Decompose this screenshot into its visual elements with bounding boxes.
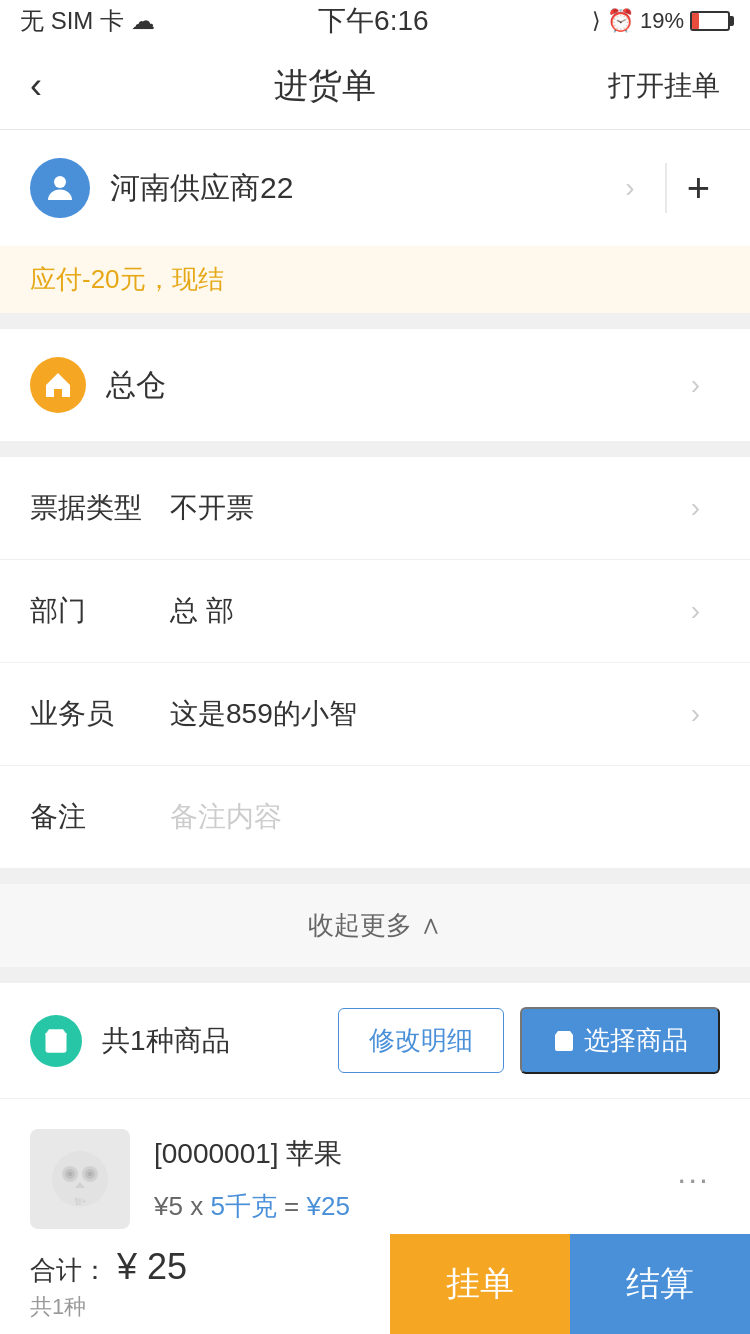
person-icon xyxy=(42,170,78,206)
checkout-button[interactable]: 结算 xyxy=(570,1234,750,1334)
form-section: 票据类型 不开票 › 部门 总 部 › 业务员 这是859的小智 › 备注 备注… xyxy=(0,457,750,868)
status-left: 无 SIM 卡 ☁ xyxy=(20,5,155,37)
total-value: ¥ 25 xyxy=(117,1246,187,1287)
battery-text: 19% xyxy=(640,8,684,34)
product-price: ¥5 x 5千克 = ¥25 xyxy=(154,1189,667,1224)
product-thumbnail: 智+ xyxy=(30,1129,130,1229)
total-section: 合计： ¥ 25 共1种 xyxy=(0,1246,390,1322)
warehouse-chevron-icon: › xyxy=(691,369,700,401)
products-section: 共1种商品 修改明细 选择商品 xyxy=(0,983,750,1257)
supplier-section: 河南供应商22 › + 应付-20元，现结 xyxy=(0,130,750,313)
battery-icon xyxy=(690,11,730,31)
sim-text: 无 SIM 卡 ☁ xyxy=(20,5,155,37)
total-label: 合计： xyxy=(30,1255,108,1285)
equals-sign: = xyxy=(284,1191,306,1221)
department-label: 部门 xyxy=(30,592,150,630)
select-product-label: 选择商品 xyxy=(584,1023,688,1058)
shopping-bag-icon xyxy=(42,1027,70,1055)
product-code: [0000001] xyxy=(154,1138,279,1169)
svg-point-0 xyxy=(54,176,66,188)
supplier-avatar xyxy=(30,158,90,218)
back-button[interactable]: ‹ xyxy=(30,65,42,107)
invoice-label: 票据类型 xyxy=(30,489,150,527)
status-time: 下午6:16 xyxy=(318,2,429,40)
product-image: 智+ xyxy=(45,1144,115,1214)
invoice-chevron-icon: › xyxy=(691,492,700,524)
more-options-button[interactable]: ··· xyxy=(667,1151,720,1208)
supplier-chevron-icon: › xyxy=(625,172,634,204)
alarm-icon: ⏰ xyxy=(607,8,634,34)
open-hang-button[interactable]: 打开挂单 xyxy=(608,67,720,105)
modify-detail-button[interactable]: 修改明细 xyxy=(338,1008,504,1073)
product-count-text: 共1种商品 xyxy=(102,1022,338,1060)
hang-button[interactable]: 挂单 xyxy=(390,1234,570,1334)
invoice-row[interactable]: 票据类型 不开票 › xyxy=(0,457,750,560)
unit-price: ¥5 xyxy=(154,1191,183,1221)
product-count-icon xyxy=(30,1015,82,1067)
page-title: 进货单 xyxy=(274,63,376,109)
invoice-value: 不开票 xyxy=(150,489,691,527)
home-icon xyxy=(42,369,74,401)
product-info: [0000001] 苹果 ¥5 x 5千克 = ¥25 xyxy=(154,1135,667,1224)
remark-row[interactable]: 备注 备注内容 xyxy=(0,766,750,868)
warehouse-icon xyxy=(30,357,86,413)
collapse-bar[interactable]: 收起更多 ∧ xyxy=(0,884,750,967)
department-value: 总 部 xyxy=(150,592,691,630)
supplier-name: 河南供应商22 xyxy=(110,168,625,209)
status-bar: 无 SIM 卡 ☁ 下午6:16 ⟩ ⏰ 19% xyxy=(0,0,750,42)
warehouse-name: 总仓 xyxy=(106,365,691,406)
divider xyxy=(665,163,667,213)
remark-label: 备注 xyxy=(30,798,150,836)
department-chevron-icon: › xyxy=(691,595,700,627)
add-supplier-button[interactable]: + xyxy=(677,166,720,211)
salesman-chevron-icon: › xyxy=(691,698,700,730)
total-count: 共1种 xyxy=(30,1292,360,1322)
item-total: ¥25 xyxy=(307,1191,350,1221)
svg-point-8 xyxy=(88,1172,92,1176)
svg-point-7 xyxy=(68,1172,72,1176)
salesman-value: 这是859的小智 xyxy=(150,695,691,733)
supplier-row[interactable]: 河南供应商22 › + xyxy=(0,130,750,246)
status-right: ⟩ ⏰ 19% xyxy=(592,8,730,34)
more-dots-icon: ··· xyxy=(677,1161,710,1197)
department-row[interactable]: 部门 总 部 › xyxy=(0,560,750,663)
quantity: 5千克 xyxy=(210,1191,276,1221)
multiply-sign: x xyxy=(190,1191,210,1221)
total-amount: 合计： ¥ 25 xyxy=(30,1246,360,1288)
svg-text:智+: 智+ xyxy=(74,1197,87,1206)
nav-bar: ‹ 进货单 打开挂单 xyxy=(0,42,750,130)
bottom-bar: 合计： ¥ 25 共1种 挂单 结算 xyxy=(0,1234,750,1334)
product-name: [0000001] 苹果 xyxy=(154,1135,667,1173)
salesman-label: 业务员 xyxy=(30,695,150,733)
warehouse-section[interactable]: 总仓 › xyxy=(0,329,750,441)
remark-input[interactable]: 备注内容 xyxy=(150,798,720,836)
products-header: 共1种商品 修改明细 选择商品 xyxy=(0,983,750,1099)
cart-icon xyxy=(552,1029,576,1053)
content-area: 河南供应商22 › + 应付-20元，现结 总仓 › 票据类型 不开票 › 部门… xyxy=(0,130,750,1334)
notice-bar: 应付-20元，现结 xyxy=(0,246,750,313)
location-icon: ⟩ xyxy=(592,8,601,34)
product-title: 苹果 xyxy=(286,1138,342,1169)
select-product-button[interactable]: 选择商品 xyxy=(520,1007,720,1074)
salesman-row[interactable]: 业务员 这是859的小智 › xyxy=(0,663,750,766)
